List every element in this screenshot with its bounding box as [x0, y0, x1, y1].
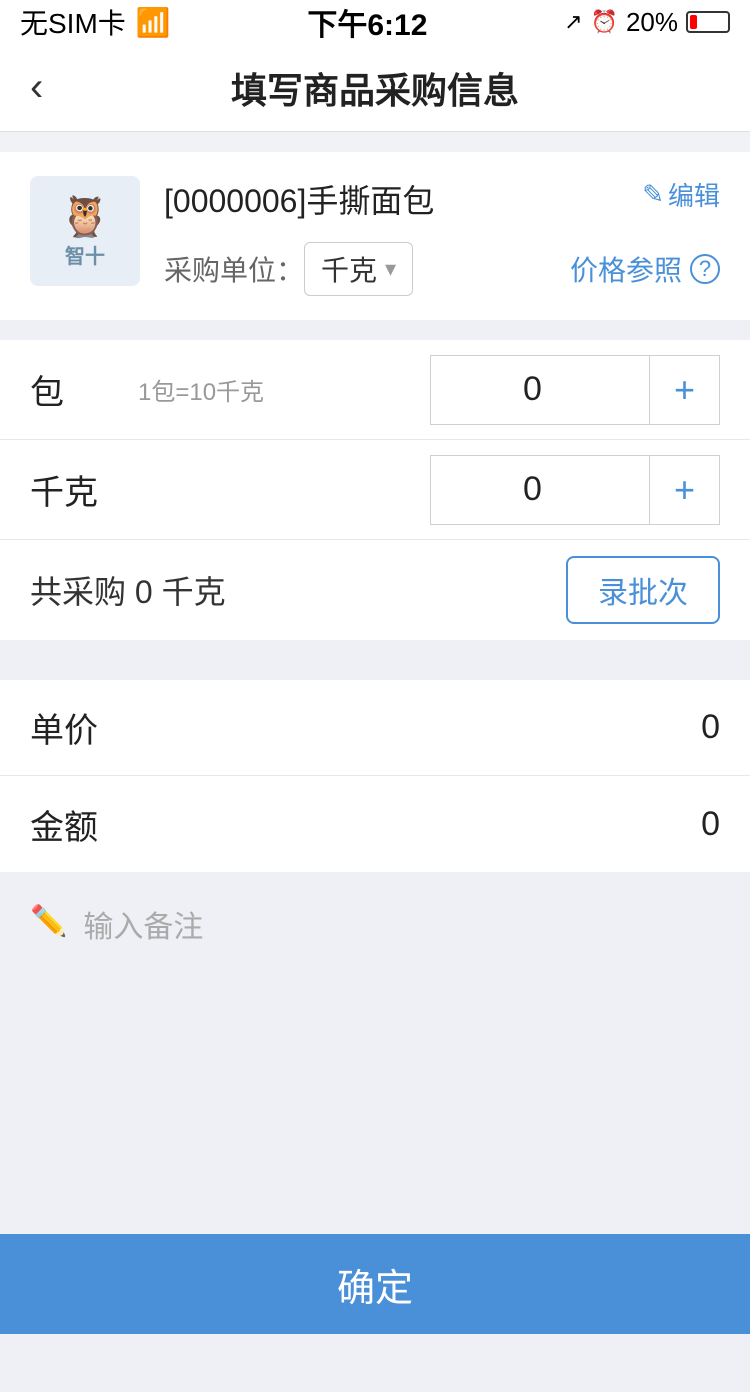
bao-label: 包 [30, 365, 130, 414]
unit-select[interactable]: 千克 ▾ [304, 242, 413, 296]
danjia-label: 单价 [30, 703, 98, 752]
product-info: [0000006]手撕面包 ✎ 编辑 采购单位： 千克 ▾ 价格参照 ? [164, 176, 720, 296]
qianke-plus-button[interactable]: + [650, 455, 720, 525]
product-title: 手撕面包 [306, 183, 434, 219]
section-divider-2 [0, 640, 750, 660]
price-ref-label: 价格参照 [570, 249, 682, 289]
status-bar: 无SIM卡 📶 下午6:12 ↗ ⏰ 20% [0, 0, 750, 44]
danjia-row: 单价 0 [0, 680, 750, 776]
confirm-button[interactable]: 确定 [0, 1234, 750, 1334]
product-id: [0000006] [164, 183, 306, 219]
qianke-label: 千克 [30, 465, 130, 514]
nav-bar: ‹ 填写商品采购信息 [0, 44, 750, 132]
page-title: 填写商品采购信息 [231, 62, 519, 114]
input-section: 包 1包=10千克 + 千克 + [0, 340, 750, 540]
back-button[interactable]: ‹ [20, 55, 53, 120]
bao-input[interactable] [430, 355, 650, 425]
unit-label: 采购单位： [164, 249, 304, 289]
unit-value: 千克 [321, 249, 377, 289]
qianke-input-wrap: + [430, 455, 720, 525]
edit-icon: ✎ [642, 179, 664, 210]
edit-button[interactable]: ✎ 编辑 [642, 176, 720, 213]
owl-icon: 🦉 [60, 193, 110, 240]
product-image: 🦉 智十 [30, 176, 140, 286]
product-card: 🦉 智十 [0000006]手撕面包 ✎ 编辑 采购单位： 千克 ▾ [0, 152, 750, 320]
location-icon: ↗ [564, 9, 582, 35]
battery-icon [686, 11, 730, 33]
chevron-down-icon: ▾ [385, 256, 396, 282]
danjia-value: 0 [701, 708, 720, 747]
remark-placeholder: 输入备注 [83, 902, 203, 946]
product-header: [0000006]手撕面包 ✎ 编辑 [164, 176, 720, 222]
page-content: 🦉 智十 [0000006]手撕面包 ✎ 编辑 采购单位： 千克 ▾ [0, 152, 750, 1392]
price-section: 单价 0 金额 0 [0, 680, 750, 872]
pencil-icon: ✏️ [30, 904, 67, 939]
wifi-icon: 📶 [136, 6, 171, 39]
bao-plus-button[interactable]: + [650, 355, 720, 425]
bao-input-row: 包 1包=10千克 + [0, 340, 750, 440]
status-time: 下午6:12 [307, 0, 427, 44]
jine-label: 金额 [30, 800, 98, 849]
section-divider-1 [0, 320, 750, 340]
bao-sublabel: 1包=10千克 [138, 372, 430, 407]
summary-text: 共采购 0 千克 [30, 567, 226, 613]
carrier-text: 无SIM卡 [20, 2, 126, 42]
help-icon: ? [690, 254, 720, 284]
jine-row: 金额 0 [0, 776, 750, 872]
status-left: 无SIM卡 📶 [20, 2, 171, 42]
alarm-icon: ⏰ [591, 9, 618, 35]
edit-label: 编辑 [668, 176, 720, 213]
product-name: [0000006]手撕面包 [164, 176, 622, 222]
batch-button[interactable]: 录批次 [566, 556, 720, 624]
status-right: ↗ ⏰ 20% [564, 7, 730, 38]
jine-value: 0 [701, 805, 720, 844]
remark-section[interactable]: ✏️ 输入备注 [0, 872, 750, 992]
unit-row: 采购单位： 千克 ▾ 价格参照 ? [164, 242, 720, 296]
price-ref-button[interactable]: 价格参照 ? [570, 249, 720, 289]
battery-percent: 20% [626, 7, 678, 38]
brand-text: 智十 [65, 240, 105, 269]
qianke-input[interactable] [430, 455, 650, 525]
summary-row: 共采购 0 千克 录批次 [0, 540, 750, 640]
qianke-input-row: 千克 + [0, 440, 750, 540]
bao-input-wrap: + [430, 355, 720, 425]
